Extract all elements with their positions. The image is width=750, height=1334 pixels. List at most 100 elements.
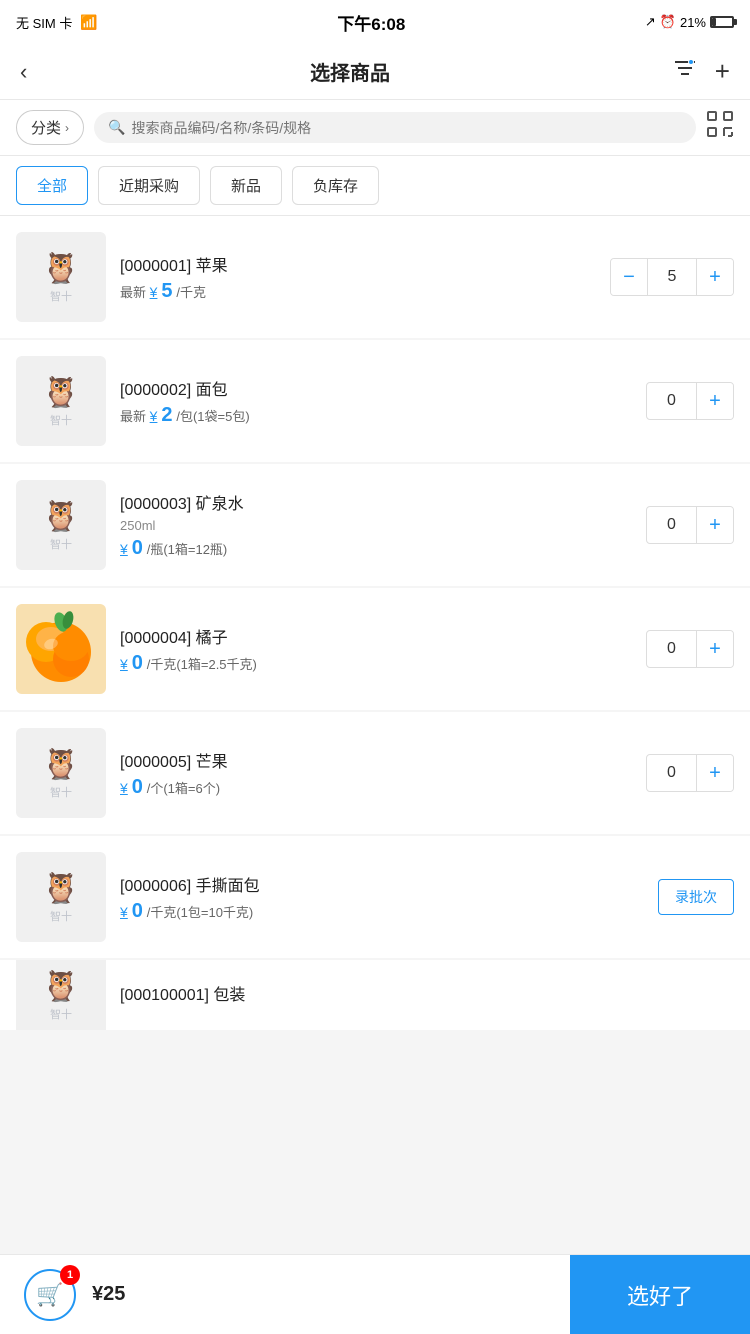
increase-button[interactable]: + (697, 631, 733, 667)
cart-badge: 1 (60, 1265, 80, 1285)
owl-placeholder: 🦉 智十 (16, 728, 106, 818)
decrease-button[interactable]: − (611, 259, 647, 295)
search-icon: 🔍 (108, 119, 125, 136)
tab-recent[interactable]: 近期采购 (98, 166, 200, 205)
product-name: [0000005] 芒果 (120, 748, 632, 772)
product-price: 最新 ¥ 5 /千克 (120, 280, 596, 303)
tab-negative[interactable]: 负库存 (292, 166, 379, 205)
owl-icon: 🦉 (42, 499, 79, 534)
tabs: 全部 近期采购 新品 负库存 (0, 156, 750, 216)
quantity-value: 0 (647, 755, 697, 791)
search-bar: 分类 › 🔍 (0, 100, 750, 156)
product-image: 🦉 智十 (16, 960, 106, 1030)
product-info: [0000005] 芒果 ¥ 0 /个(1箱=6个) (120, 748, 632, 799)
product-name: [0000003] 矿泉水 (120, 490, 632, 514)
status-time: 下午6:08 (337, 10, 405, 35)
increase-button[interactable]: + (697, 383, 733, 419)
list-item: 🦉 智十 [0000006] 手撕面包 ¥ 0 /千克(1包=10千克) 录批次 (0, 836, 750, 958)
bottom-bar: 🛒 1 ¥25 选好了 (0, 1254, 750, 1334)
confirm-button[interactable]: 选好了 (570, 1255, 750, 1334)
owl-placeholder: 🦉 智十 (16, 480, 106, 570)
product-image: 🦉 智十 (16, 232, 106, 322)
owl-placeholder: 🦉 智十 (16, 960, 106, 1030)
product-price: ¥ 0 /千克(1箱=2.5千克) (120, 652, 632, 675)
product-name: [0000002] 面包 (120, 376, 632, 400)
chevron-right-icon: › (65, 121, 69, 135)
product-image (16, 604, 106, 694)
battery-icon (710, 16, 734, 28)
product-name: [0000006] 手撕面包 (120, 872, 644, 896)
filter-icon[interactable] (673, 58, 697, 86)
product-spec: 250ml (120, 518, 632, 533)
cart-icon-wrap[interactable]: 🛒 1 (24, 1269, 76, 1321)
quantity-value: 0 (647, 631, 697, 667)
product-info: [0000004] 橘子 ¥ 0 /千克(1箱=2.5千克) (120, 624, 632, 675)
batch-button[interactable]: 录批次 (658, 879, 734, 915)
quantity-value: 5 (647, 259, 697, 295)
scan-icon[interactable] (706, 110, 734, 145)
product-image: 🦉 智十 (16, 480, 106, 570)
product-list: 🦉 智十 [0000001] 苹果 最新 ¥ 5 /千克 − 5 + 🦉 智十 (0, 216, 750, 1030)
status-bar: 无 SIM 卡 📶 下午6:08 ↗ ⏰ 21% (0, 0, 750, 44)
product-name: [000100001] 包装 (120, 981, 734, 1005)
product-name: [0000001] 苹果 (120, 252, 596, 276)
battery-percent: 21% (680, 15, 706, 30)
product-info: [0000003] 矿泉水 250ml ¥ 0 /瓶(1箱=12瓶) (120, 490, 632, 560)
product-thumbnail (16, 604, 106, 694)
nav-actions: + (673, 56, 730, 87)
status-right: ↗ ⏰ 21% (645, 14, 734, 30)
quantity-control: − 5 + (610, 258, 734, 296)
quantity-control: 0 + (646, 630, 734, 668)
owl-placeholder: 🦉 智十 (16, 852, 106, 942)
product-price: ¥ 0 /瓶(1箱=12瓶) (120, 537, 632, 560)
increase-button[interactable]: + (697, 259, 733, 295)
quantity-control: 0 + (646, 754, 734, 792)
product-info: [0000006] 手撕面包 ¥ 0 /千克(1包=10千克) (120, 872, 644, 923)
owl-icon: 🦉 (42, 251, 79, 286)
category-button[interactable]: 分类 › (16, 110, 84, 145)
nav-bar: ‹ 选择商品 + (0, 44, 750, 100)
list-item: 🦉 智十 [0000005] 芒果 ¥ 0 /个(1箱=6个) 0 + (0, 712, 750, 834)
owl-icon: 🦉 (42, 375, 79, 410)
tab-new[interactable]: 新品 (210, 166, 282, 205)
product-price: ¥ 0 /千克(1包=10千克) (120, 900, 644, 923)
product-info: [000100001] 包装 (120, 981, 734, 1009)
owl-icon: 🦉 (42, 871, 79, 906)
increase-button[interactable]: + (697, 507, 733, 543)
product-image: 🦉 智十 (16, 356, 106, 446)
owl-icon: 🦉 (42, 747, 79, 782)
quantity-value: 0 (647, 383, 697, 419)
list-item: 🦉 智十 [0000003] 矿泉水 250ml ¥ 0 /瓶(1箱=12瓶) … (0, 464, 750, 586)
increase-button[interactable]: + (697, 755, 733, 791)
product-price: ¥ 0 /个(1箱=6个) (120, 776, 632, 799)
quantity-control: 0 + (646, 506, 734, 544)
back-button[interactable]: ‹ (20, 59, 27, 85)
cart-icon: 🛒 (36, 1282, 63, 1308)
carrier-label: 无 SIM 卡 (16, 13, 72, 32)
quantity-control: 0 + (646, 382, 734, 420)
category-label: 分类 (31, 117, 61, 138)
owl-icon: 🦉 (42, 969, 79, 1004)
owl-placeholder: 🦉 智十 (16, 232, 106, 322)
wifi-icon: 📶 (80, 14, 97, 31)
product-image: 🦉 智十 (16, 728, 106, 818)
list-item: 🦉 智十 [0000002] 面包 最新 ¥ 2 /包(1袋=5包) 0 + (0, 340, 750, 462)
search-input[interactable] (131, 120, 682, 136)
cart-area: 🛒 1 ¥25 (0, 1269, 570, 1321)
search-input-wrap: 🔍 (94, 112, 696, 143)
owl-placeholder: 🦉 智十 (16, 356, 106, 446)
list-item: 🦉 智十 [000100001] 包装 (0, 960, 750, 1030)
product-price: 最新 ¥ 2 /包(1袋=5包) (120, 404, 632, 427)
alarm-icon: ⏰ (660, 14, 676, 30)
status-left: 无 SIM 卡 📶 (16, 13, 98, 32)
list-item: [0000004] 橘子 ¥ 0 /千克(1箱=2.5千克) 0 + (0, 588, 750, 710)
product-info: [0000001] 苹果 最新 ¥ 5 /千克 (120, 252, 596, 303)
product-info: [0000002] 面包 最新 ¥ 2 /包(1袋=5包) (120, 376, 632, 427)
list-item: 🦉 智十 [0000001] 苹果 最新 ¥ 5 /千克 − 5 + (0, 216, 750, 338)
cart-total: ¥25 (92, 1283, 125, 1306)
tab-all[interactable]: 全部 (16, 166, 88, 205)
product-image: 🦉 智十 (16, 852, 106, 942)
page-title: 选择商品 (310, 57, 390, 86)
location-icon: ↗ (645, 14, 656, 30)
add-button[interactable]: + (715, 56, 730, 87)
